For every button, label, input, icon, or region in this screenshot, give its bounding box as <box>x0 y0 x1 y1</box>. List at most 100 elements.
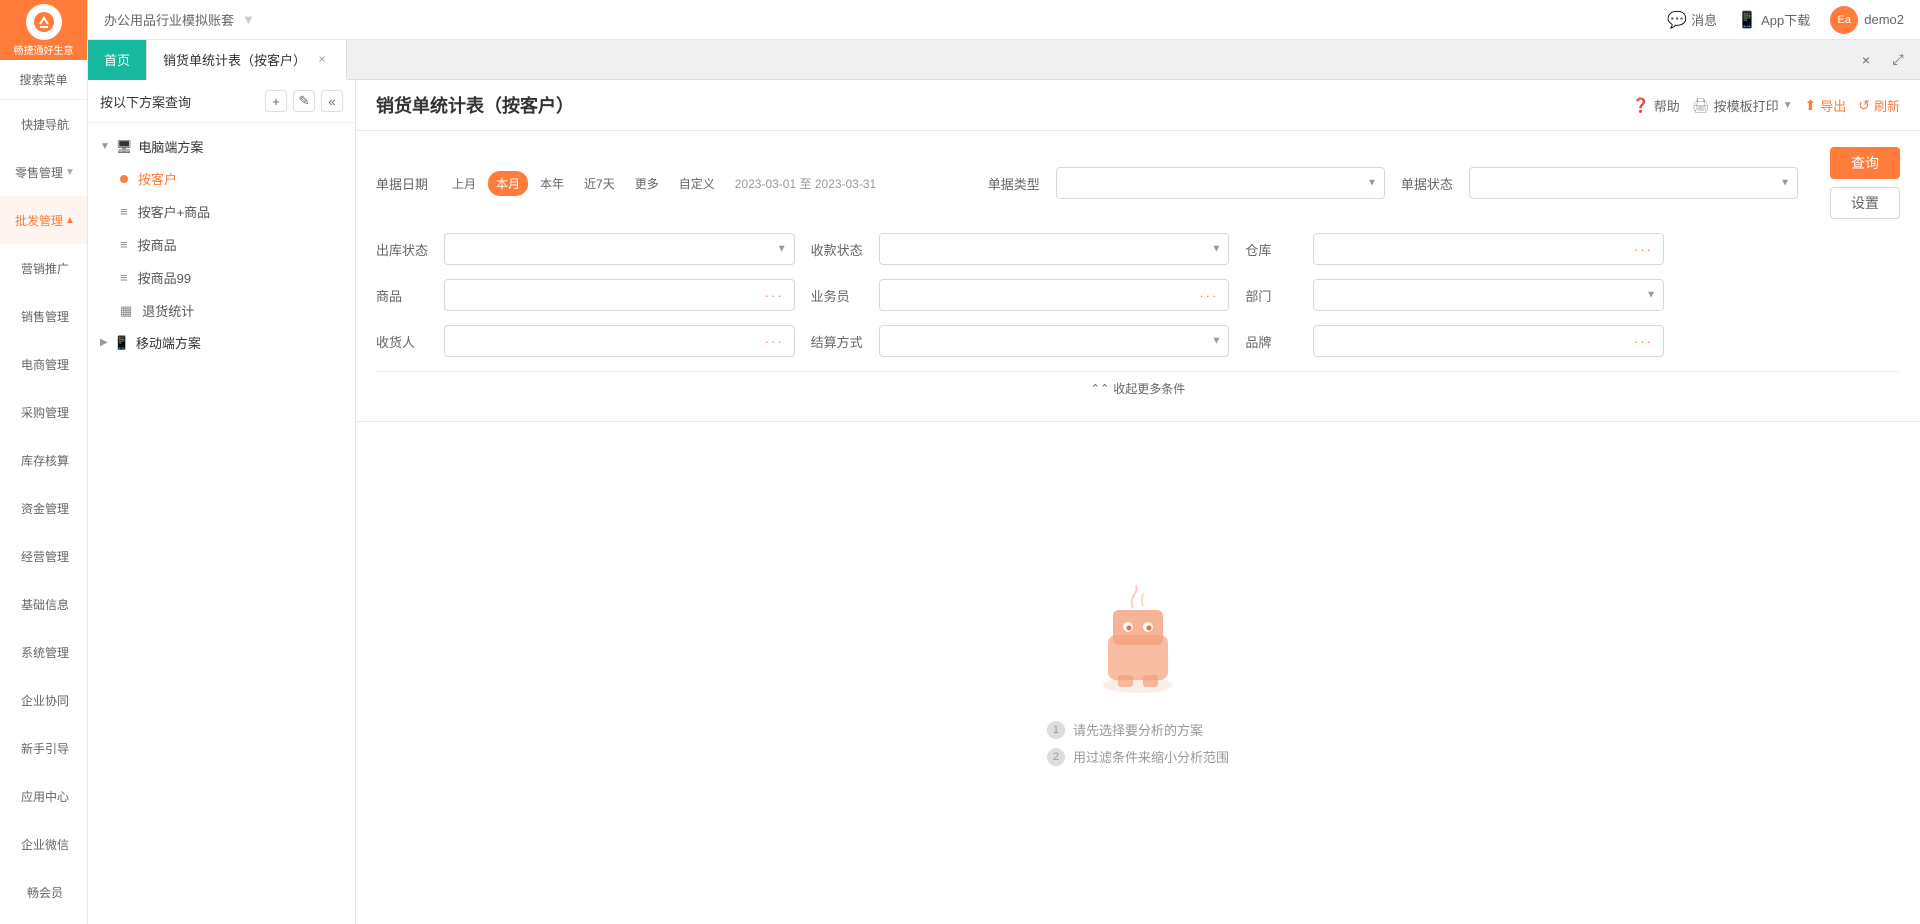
brand-dots: ··· <box>1634 334 1653 349</box>
retail-arrow: ▼ <box>65 167 75 178</box>
member-label: 畅会员 <box>27 884 63 901</box>
receiver-input[interactable]: ··· <box>444 325 795 357</box>
sidebar-item-marketing[interactable]: 营销推广 <box>0 244 88 292</box>
scheme-collapse-button[interactable]: « <box>321 90 343 112</box>
tree-item-return-stat[interactable]: ▦ 退货统计 <box>88 294 355 327</box>
settlement-select[interactable] <box>879 325 1230 357</box>
salesperson-dots: ··· <box>1199 288 1218 303</box>
empty-tip-1-text: 请先选择要分析的方案 <box>1073 720 1203 739</box>
collapse-up-icon: ⌃⌃ <box>1091 382 1109 395</box>
sidebar-item-sales[interactable]: 销售管理 <box>0 292 88 340</box>
tab-sales-stat[interactable]: 销货单统计表（按客户） × <box>147 40 347 80</box>
sidebar-item-finance[interactable]: 资金管理 <box>0 484 88 532</box>
top-header: 办公用品行业模拟账套 ▼ 💬 消息 📱 App下载 Ea demo2 <box>88 0 1920 40</box>
date-tab-last-month[interactable]: 上月 <box>444 171 484 196</box>
settings-button[interactable]: 设置 <box>1830 187 1900 219</box>
department-select[interactable] <box>1313 279 1664 311</box>
tree-item-by-customer-product[interactable]: ≡ 按客户+商品 <box>88 195 355 228</box>
payment-status-label: 收款状态 <box>811 240 871 259</box>
export-button[interactable]: ⬆ 导出 <box>1805 96 1847 115</box>
doc-type-select[interactable] <box>1056 167 1385 199</box>
sidebar-item-app-center[interactable]: 应用中心 <box>0 772 88 820</box>
collapse-more-button[interactable]: ⌃⌃ 收起更多条件 <box>376 371 1900 405</box>
filter-row-2: 出库状态 ▼ 收款状态 <box>376 233 1900 265</box>
sidebar-item-member[interactable]: 畅会员 <box>0 868 88 916</box>
app-download-label: App下载 <box>1761 10 1810 29</box>
sidebar-item-inventory[interactable]: 库存核算 <box>0 436 88 484</box>
sidebar-item-ecommerce[interactable]: 电商管理 <box>0 340 88 388</box>
scheme-add-button[interactable]: + <box>265 90 287 112</box>
date-tab-this-year[interactable]: 本年 <box>532 171 572 196</box>
product-label: 商品 <box>376 286 436 305</box>
brand-input[interactable]: ··· <box>1313 325 1664 357</box>
sidebar-item-system[interactable]: 系统管理 <box>0 628 88 676</box>
payment-status-select[interactable] <box>879 233 1230 265</box>
basic-label: 基础信息 <box>21 596 69 613</box>
operation-label: 经营管理 <box>21 548 69 565</box>
active-indicator <box>120 175 128 183</box>
sidebar-item-purchase[interactable]: 采购管理 <box>0 388 88 436</box>
sidebar-item-newbie[interactable]: 新手引导 <box>0 724 88 772</box>
app-download-button[interactable]: 📱 App下载 <box>1737 10 1810 30</box>
desktop-icon: 🖥 <box>116 139 133 155</box>
sidebar-item-basic[interactable]: 基础信息 <box>0 580 88 628</box>
tree-item-by-product99[interactable]: ≡ 按商品99 <box>88 261 355 294</box>
product99-icon: ≡ <box>120 270 128 285</box>
brand-label: 品牌 <box>1245 332 1305 351</box>
tab-bar: 首页 销货单统计表（按客户） × × ⤢ <box>88 40 1920 80</box>
retail-label: 零售管理 <box>15 164 63 181</box>
mobile-icon: 📱 <box>114 335 130 351</box>
page-content: 按以下方案查询 + ✎ « ▼ 🖥 电脑端方案 <box>88 80 1920 924</box>
refresh-button[interactable]: ↺ 刷新 <box>1858 96 1900 115</box>
empty-tip-1: 1 请先选择要分析的方案 <box>1047 720 1229 739</box>
salesperson-input[interactable]: ··· <box>879 279 1230 311</box>
date-filter: 单据日期 上月 本月 本年 近7天 更多 自定义 2023-03-01 至 20… <box>376 171 972 196</box>
warehouse-input[interactable]: ··· <box>1313 233 1664 265</box>
tab-restore-button[interactable]: ⤢ <box>1884 46 1912 74</box>
filter-row-1: 单据日期 上月 本月 本年 近7天 更多 自定义 2023-03-01 至 20… <box>376 147 1900 219</box>
sidebar: 畅捷通好生意 搜索菜单 快捷导航 零售管理 ▼ 批发管理 ▲ 营销推广 销售管理… <box>0 0 88 924</box>
date-tab-this-month[interactable]: 本月 <box>488 171 528 196</box>
date-tab-more[interactable]: 更多 <box>627 171 667 196</box>
search-menu[interactable]: 搜索菜单 <box>0 60 88 100</box>
tab-home[interactable]: 首页 <box>88 40 147 80</box>
payment-status-select-wrapper: ▼ <box>879 233 1230 265</box>
tree-group-mobile-header[interactable]: ▶ 📱 移动端方案 <box>88 327 355 358</box>
print-button[interactable]: 🖨 按模板打印 ▼ <box>1692 96 1793 115</box>
doc-status-select[interactable] <box>1469 167 1798 199</box>
tree-item-by-product[interactable]: ≡ 按商品 <box>88 228 355 261</box>
sidebar-item-retail[interactable]: 零售管理 ▼ <box>0 148 88 196</box>
avatar: Ea <box>1830 6 1858 34</box>
sidebar-item-wechat[interactable]: 企业微信 <box>0 820 88 868</box>
tab-close-window-button[interactable]: × <box>1852 46 1880 74</box>
wholesale-arrow: ▲ <box>65 215 75 226</box>
out-status-select[interactable] <box>444 233 795 265</box>
purchase-label: 采购管理 <box>21 404 69 421</box>
product-input[interactable]: ··· <box>444 279 795 311</box>
help-button[interactable]: ❓ 帮助 <box>1632 96 1679 115</box>
message-button[interactable]: 💬 消息 <box>1667 10 1717 30</box>
user-profile[interactable]: Ea demo2 <box>1830 6 1904 34</box>
tab-close-button[interactable]: × <box>314 51 330 67</box>
scheme-panel-title: 按以下方案查询 <box>100 92 191 111</box>
app-center-label: 应用中心 <box>21 788 69 805</box>
salesperson-filter: 业务员 ··· <box>811 279 1230 311</box>
tree-item-by-customer[interactable]: 按客户 <box>88 162 355 195</box>
action-buttons: 查询 设置 <box>1830 147 1900 219</box>
query-button[interactable]: 查询 <box>1830 147 1900 179</box>
salesperson-label: 业务员 <box>811 286 871 305</box>
sidebar-item-wholesale[interactable]: 批发管理 ▲ <box>0 196 88 244</box>
empty-illustration <box>1078 580 1198 700</box>
sidebar-item-operation[interactable]: 经营管理 <box>0 532 88 580</box>
date-tab-last7[interactable]: 近7天 <box>576 171 623 196</box>
empty-tip-2: 2 用过滤条件来缩小分析范围 <box>1047 747 1229 766</box>
enterprise-label: 企业协同 <box>21 692 69 709</box>
tab-home-label: 首页 <box>104 50 130 69</box>
tree-group-desktop-header[interactable]: ▼ 🖥 电脑端方案 <box>88 131 355 162</box>
quick-nav[interactable]: 快捷导航 <box>0 100 88 148</box>
download-icon: 📱 <box>1737 10 1757 30</box>
page-title: 销货单统计表（按客户） <box>376 92 574 118</box>
scheme-edit-button[interactable]: ✎ <box>293 90 315 112</box>
sidebar-item-enterprise[interactable]: 企业协同 <box>0 676 88 724</box>
date-tab-custom[interactable]: 自定义 <box>671 171 723 196</box>
